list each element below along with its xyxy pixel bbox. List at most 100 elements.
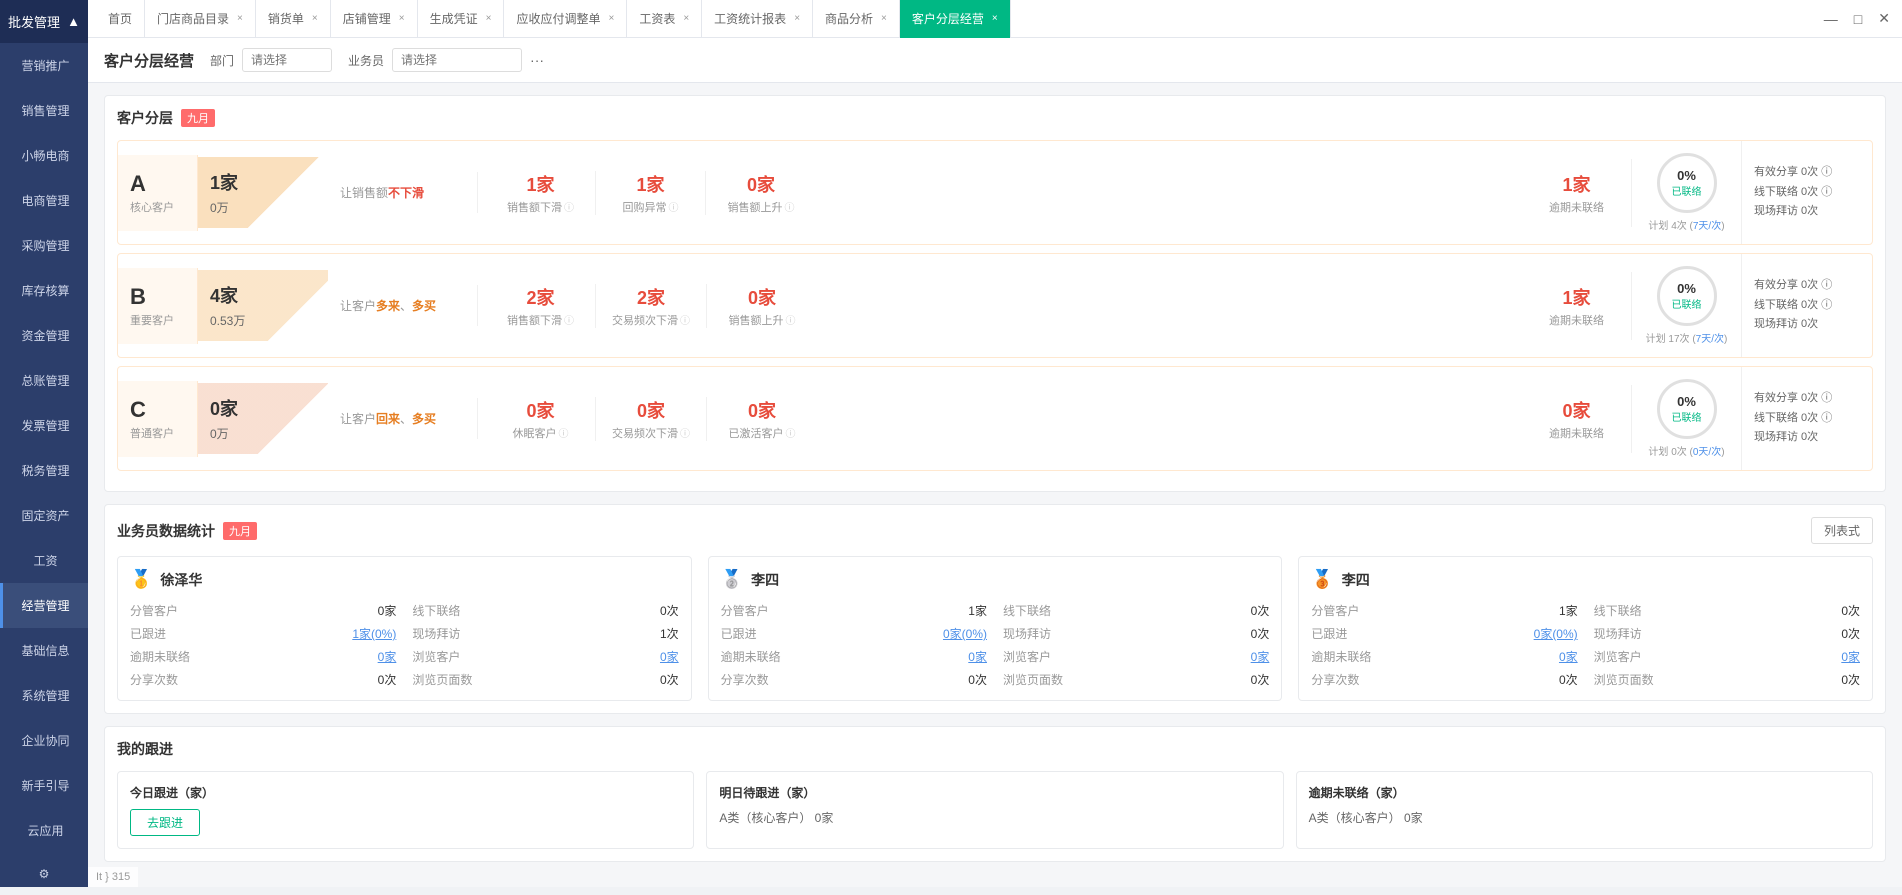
sp-stats-grid: 分管客户1家线下联络0次已跟进0家(0%)现场拜访0次逾期未联络0家浏览客户0家… (1311, 602, 1860, 688)
sp-stat-val[interactable]: 0家 (1559, 648, 1578, 665)
sidebar-item-yingxiao[interactable]: 营销推广 (0, 43, 88, 88)
sidebar-item-fapiao[interactable]: 发票管理 (0, 403, 88, 448)
tab-close-store-mgmt[interactable]: × (399, 13, 405, 24)
stat-block[interactable]: 0家休眠客户 ⓘ (486, 397, 596, 441)
main-area: 首页门店商品目录×销货单×店铺管理×生成凭证×应收应付调整单×工资表×工资统计报… (88, 0, 1902, 887)
tab-payroll[interactable]: 工资表× (627, 0, 702, 38)
sp-stat-val: 1次 (660, 625, 679, 642)
stat-block[interactable]: 2家销售额下滑 ⓘ (486, 284, 596, 328)
tier-right-stats: 有效分享 0次 ⓘ线下联络 0次 ⓘ现场拜访 0次 (1742, 381, 1872, 456)
sidebar-item-shuiwu[interactable]: 税务管理 (0, 448, 88, 493)
tab-close-store-menu[interactable]: × (237, 13, 243, 24)
sp-stat-row: 线下联络0次 (1594, 602, 1860, 619)
tab-close-receivable[interactable]: × (608, 13, 614, 24)
tab-payroll-report[interactable]: 工资统计报表× (702, 0, 813, 38)
sidebar-item-xiaoshou[interactable]: 销售管理 (0, 88, 88, 133)
tabs-actions: — □ ✕ (1820, 6, 1894, 31)
sp-stat-val[interactable]: 0家 (1841, 648, 1860, 665)
page-content: 客户分层经营 部门 业务员 ··· 客户分层 九月 A核心客户1家0万让销售额不… (88, 38, 1902, 887)
tab-voucher[interactable]: 生成凭证 × (418, 0, 505, 38)
sp-stat-label: 现场拜访 (412, 625, 460, 642)
tier-label-b: B重要客户 (118, 268, 198, 344)
sp-stat-val[interactable]: 0家(0%) (1534, 625, 1578, 642)
tab-sales-order[interactable]: 销货单× (256, 0, 331, 38)
info-icon[interactable]: ⓘ (564, 199, 574, 214)
goto-followup-btn[interactable]: 去跟进 (130, 809, 200, 836)
sidebar-item-jichu[interactable]: 基础信息 (0, 628, 88, 673)
staff-label: 业务员 (348, 52, 384, 69)
sp-stat-row: 浏览客户0家 (1594, 648, 1860, 665)
tier-count-block: 0家0万 (198, 383, 328, 454)
tab-customer-mgmt[interactable]: 客户分层经营× (900, 0, 1011, 38)
dept-select[interactable] (242, 48, 332, 72)
tab-home[interactable]: 首页 (96, 0, 145, 38)
sidebar-collapse-icon[interactable]: ▲ (67, 14, 80, 29)
info-icon[interactable]: ⓘ (559, 425, 569, 440)
info-icon[interactable]: ⓘ (786, 312, 796, 327)
sidebar-settings[interactable]: ⚙ (0, 853, 88, 895)
sp-stat-val[interactable]: 0家 (968, 648, 987, 665)
sidebar-item-yunyingyong[interactable]: 云应用 (0, 808, 88, 853)
tab-product-analysis[interactable]: 商品分析× (813, 0, 900, 38)
stat-block[interactable]: 0家销售额上升 ⓘ (706, 171, 816, 215)
tab-close-voucher[interactable]: × (486, 13, 492, 24)
sp-stat-row: 浏览页面数0次 (1003, 671, 1269, 688)
minimize-btn[interactable]: — (1820, 7, 1842, 31)
stat-block[interactable]: 1家销售额下滑 ⓘ (486, 171, 596, 215)
sidebar-item-jingying[interactable]: 经营管理 (0, 583, 88, 628)
sidebar-top[interactable]: 批发管理 ▲ (0, 0, 88, 43)
restore-btn[interactable]: □ (1850, 7, 1866, 31)
stat-block[interactable]: 0家销售额上升 ⓘ (707, 284, 817, 328)
sp-stat-val[interactable]: 1家(0%) (352, 625, 396, 642)
circle-linked: 已联络 (1672, 409, 1702, 424)
tier-right-stats: 有效分享 0次 ⓘ线下联络 0次 ⓘ现场拜访 0次 (1742, 268, 1872, 343)
circle-container: 0% 已联络 (1657, 266, 1717, 326)
sp-stat-label: 已跟进 (130, 625, 166, 642)
tab-store-menu[interactable]: 门店商品目录× (145, 0, 256, 38)
tab-label-voucher: 生成凭证 (430, 10, 478, 27)
sp-stat-val[interactable]: 0家 (1251, 648, 1270, 665)
info-icon[interactable]: ⓘ (669, 199, 679, 214)
info-icon[interactable]: ⓘ (680, 312, 690, 327)
sidebar-item-gongzi[interactable]: 工资 (0, 538, 88, 583)
sidebar-item-caigou[interactable]: 采购管理 (0, 223, 88, 268)
tab-close-product-analysis[interactable]: × (881, 13, 887, 24)
sidebar-item-diangshang[interactable]: 电商管理 (0, 178, 88, 223)
sp-stat-row: 现场拜访 1次 (412, 625, 678, 642)
info-icon[interactable]: ⓘ (680, 425, 690, 440)
tab-close-sales-order[interactable]: × (312, 13, 318, 24)
sp-stat-val[interactable]: 0家(0%) (943, 625, 987, 642)
sidebar-item-gudingzichan[interactable]: 固定资产 (0, 493, 88, 538)
sidebar-item-zijin[interactable]: 资金管理 (0, 313, 88, 358)
sp-stat-val[interactable]: 0家 (660, 648, 679, 665)
tab-store-mgmt[interactable]: 店铺管理× (331, 0, 418, 38)
stat-block[interactable]: 1家回购异常 ⓘ (596, 171, 706, 215)
staff-select[interactable] (392, 48, 522, 72)
sp-stat-label: 现场拜访 (1003, 625, 1051, 642)
more-filter-btn[interactable]: ··· (530, 52, 544, 68)
info-icon[interactable]: ⓘ (786, 425, 796, 440)
tab-close-customer-mgmt[interactable]: × (992, 13, 998, 24)
list-view-btn[interactable]: 列表式 (1811, 517, 1873, 544)
sp-stats-grid: 分管客户1家线下联络0次已跟进0家(0%)现场拜访0次逾期未联络0家浏览客户0家… (721, 602, 1270, 688)
stat-label: 回购异常 ⓘ (612, 199, 689, 215)
stat-block[interactable]: 2家交易频次下滑 ⓘ (596, 284, 707, 328)
suggestion-highlight2: 多买 (412, 299, 436, 313)
stat-block[interactable]: 0家已激活客户 ⓘ (707, 397, 817, 441)
sidebar-item-qiye[interactable]: 企业协同 (0, 718, 88, 763)
tier-row-a: A核心客户1家0万让销售额不下滑1家销售额下滑 ⓘ1家回购异常 ⓘ0家销售额上升… (117, 140, 1873, 245)
sidebar-item-zhangzhang[interactable]: 总账管理 (0, 358, 88, 403)
info-icon[interactable]: ⓘ (785, 199, 795, 214)
stat-block[interactable]: 0家交易频次下滑 ⓘ (596, 397, 707, 441)
sp-stat-val[interactable]: 0家 (378, 648, 397, 665)
sidebar-item-xinshou[interactable]: 新手引导 (0, 763, 88, 808)
tab-close-payroll[interactable]: × (683, 13, 689, 24)
info-icon[interactable]: ⓘ (564, 312, 574, 327)
close-btn[interactable]: ✕ (1874, 6, 1894, 31)
right-stat-item: 现场拜访 0次 (1754, 428, 1860, 448)
sidebar-item-xiaodan[interactable]: 小畅电商 (0, 133, 88, 178)
tab-receivable[interactable]: 应收应付调整单× (504, 0, 627, 38)
tab-close-payroll-report[interactable]: × (794, 13, 800, 24)
sidebar-item-kucun[interactable]: 库存核算 (0, 268, 88, 313)
sidebar-item-xitong[interactable]: 系统管理 (0, 673, 88, 718)
